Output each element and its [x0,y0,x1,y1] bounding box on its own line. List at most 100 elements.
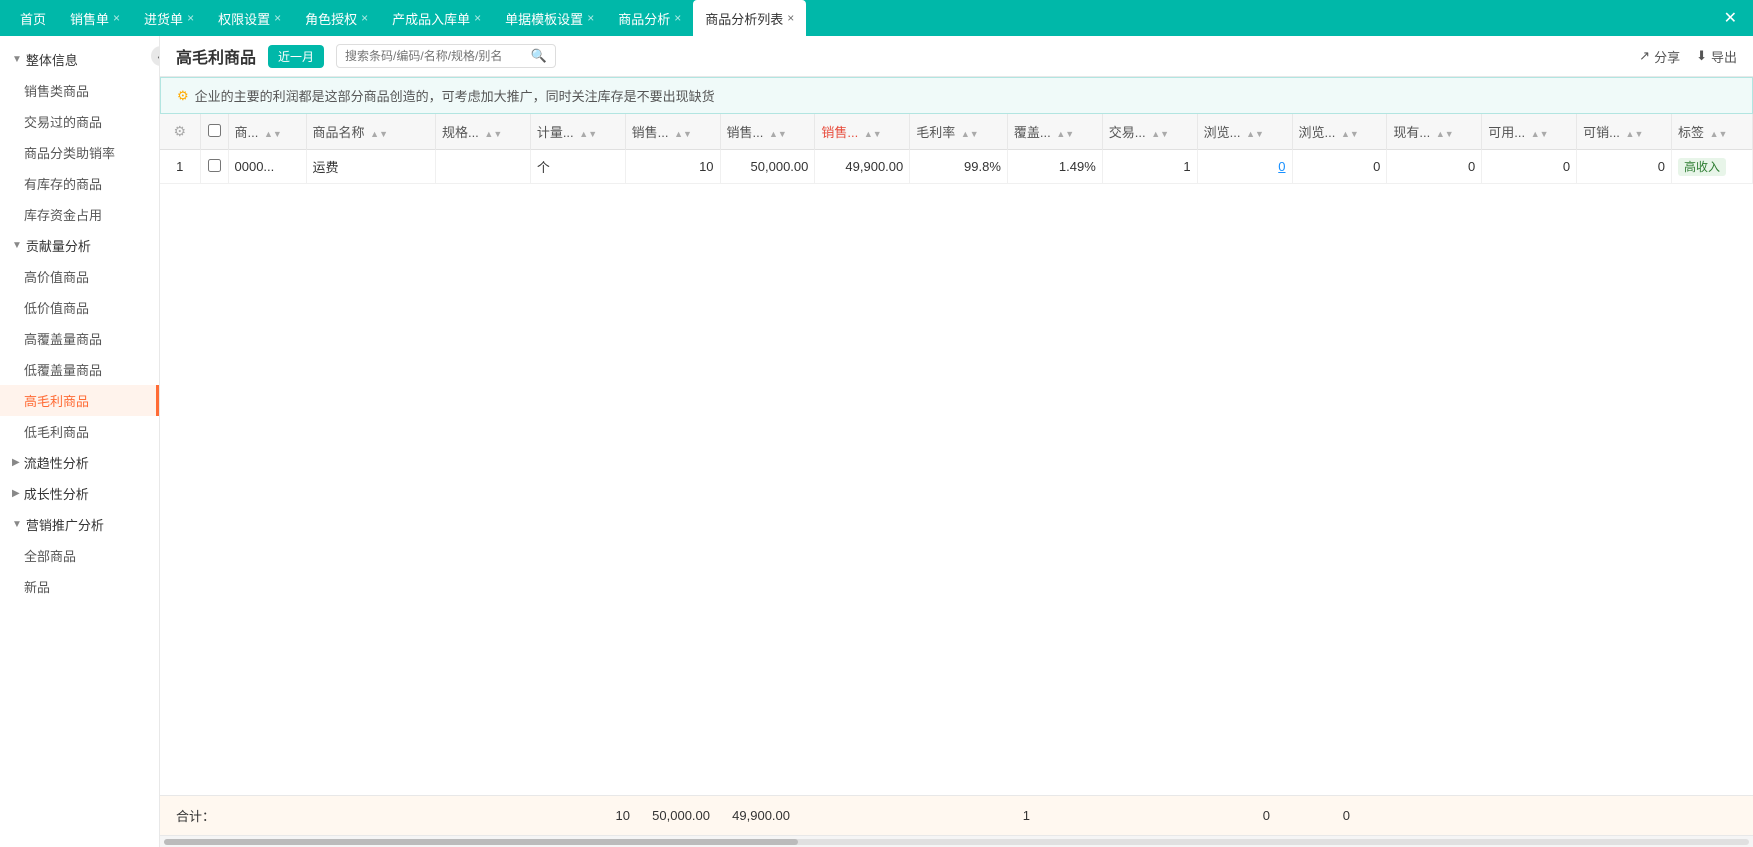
nav-home[interactable]: 首页 [8,0,58,36]
nav-analysis-close[interactable]: × [674,11,681,25]
sort-icon-saleable: ▲▼ [1626,129,1644,139]
sidebar-item-low-value[interactable]: 低价值商品 [0,292,159,323]
table-container: ⚙ 商... ▲▼ 商品名称 ▲▼ [160,114,1753,795]
sidebar-group-marketing[interactable]: ▼ 营销推广分析 [0,509,159,540]
col-unit-label: 计量... [537,125,574,140]
col-code[interactable]: 商... ▲▼ [228,114,306,150]
nav-permission[interactable]: 权限设置 × [206,0,293,36]
col-gross-margin[interactable]: 毛利率 ▲▼ [910,114,1008,150]
col-code-label: 商... [235,125,259,140]
export-icon: ⬇ [1696,48,1707,64]
sidebar-item-traded-goods[interactable]: 交易过的商品 [0,106,159,137]
col-browse2[interactable]: 浏览... ▲▼ [1292,114,1387,150]
sidebar-group-overall[interactable]: ▼ 整体信息 [0,44,159,75]
col-coverage[interactable]: 覆盖... ▲▼ [1007,114,1102,150]
col-gross-margin-label: 毛利率 [916,125,955,140]
nav-analysis-list-close[interactable]: × [787,11,794,25]
sidebar-item-in-stock[interactable]: 有库存的商品 [0,168,159,199]
col-browse1[interactable]: 浏览... ▲▼ [1197,114,1292,150]
nav-permission-close[interactable]: × [274,11,281,25]
notice-text: 企业的主要的利润都是这部分商品创造的，可考虑加大推广，同时关注库存是不要出现缺货 [195,86,715,105]
sort-icon-unit: ▲▼ [579,129,597,139]
browse1-link[interactable]: 0 [1278,159,1285,174]
col-available-label: 可用... [1488,125,1525,140]
col-sales-cost[interactable]: 销售... ▲▼ [815,114,910,150]
sort-icon-sales-qty: ▲▼ [674,129,692,139]
nav-template[interactable]: 单据模板设置 × [493,0,606,36]
share-button[interactable]: ↗ 分享 [1639,47,1680,66]
col-transaction[interactable]: 交易... ▲▼ [1102,114,1197,150]
horizontal-scrollbar[interactable] [160,835,1753,847]
col-available[interactable]: 可用... ▲▼ [1482,114,1577,150]
row-current-stock: 0 [1387,150,1482,184]
sidebar-item-high-coverage[interactable]: 高覆盖量商品 [0,323,159,354]
sidebar-group-growth[interactable]: ▶ 成长性分析 [0,478,159,509]
settings-icon[interactable]: ⚙ [173,123,186,139]
sidebar-item-low-margin[interactable]: 低毛利商品 [0,416,159,447]
col-transaction-label: 交易... [1109,125,1146,140]
nav-close-all[interactable]: ✕ [1716,8,1745,28]
content-header: 高毛利商品 近一月 🔍 ↗ 分享 ⬇ 导出 [160,36,1753,77]
sidebar-item-sales-goods[interactable]: 销售类商品 [0,75,159,106]
sidebar-group-contribution[interactable]: ▼ 贡献量分析 [0,230,159,261]
col-sales-qty[interactable]: 销售... ▲▼ [625,114,720,150]
row-sales-amount: 50,000.00 [720,150,815,184]
sidebar-group-flow[interactable]: ▶ 流趋性分析 [0,447,159,478]
col-unit[interactable]: 计量... ▲▼ [530,114,625,150]
footer-available: 0 [1276,808,1356,823]
notice-bar: ⚙ 企业的主要的利润都是这部分商品创造的，可考虑加大推广，同时关注库存是不要出现… [160,77,1753,114]
col-sales-amount[interactable]: 销售... ▲▼ [720,114,815,150]
col-saleable-label: 可销... [1583,125,1620,140]
row-sales-cost: 49,900.00 [815,150,910,184]
sort-icon-sales-amount: ▲▼ [769,129,787,139]
footer-current-stock: 0 [1196,808,1276,823]
row-code: 0000... [228,150,306,184]
select-all-checkbox[interactable] [208,124,221,137]
footer-transaction: 1 [956,808,1036,823]
sidebar-item-high-value[interactable]: 高价值商品 [0,261,159,292]
row-tag: 高收入 [1671,150,1752,184]
col-current-stock[interactable]: 现有... ▲▼ [1387,114,1482,150]
nav-role[interactable]: 角色授权 × [293,0,380,36]
sidebar-item-new-goods[interactable]: 新品 [0,571,159,602]
col-spec-label: 规格... [442,125,479,140]
sidebar-item-low-coverage[interactable]: 低覆盖量商品 [0,354,159,385]
nav-purchase[interactable]: 进货单 × [132,0,206,36]
nav-sales-close[interactable]: × [113,11,120,25]
nav-sales[interactable]: 销售单 × [58,0,132,36]
col-coverage-label: 覆盖... [1014,125,1051,140]
nav-template-close[interactable]: × [587,11,594,25]
sidebar-item-all-goods[interactable]: 全部商品 [0,540,159,571]
sidebar-item-high-margin[interactable]: 高毛利商品 [0,385,159,416]
notice-icon: ⚙ [177,88,189,104]
row-available: 0 [1482,150,1577,184]
sort-icon-sales-cost: ▲▼ [864,129,882,139]
top-navigation: 首页 销售单 × 进货单 × 权限设置 × 角色授权 × 产成品入库单 × 单据… [0,0,1753,36]
col-current-stock-label: 现有... [1393,125,1430,140]
col-sales-cost-label: 销售... [821,125,858,140]
nav-warehouse[interactable]: 产成品入库单 × [380,0,493,36]
col-tag[interactable]: 标签 ▲▼ [1671,114,1752,150]
search-icon[interactable]: 🔍 [531,48,547,64]
nav-role-close[interactable]: × [361,11,368,25]
sidebar-item-stock-capital[interactable]: 库存资金占用 [0,199,159,230]
search-input[interactable] [345,49,531,63]
sidebar-item-category-rate[interactable]: 商品分类助销率 [0,137,159,168]
marketing-arrow-icon: ▼ [12,519,22,530]
row-transaction: 1 [1102,150,1197,184]
col-name-label: 商品名称 [313,125,365,140]
scrollbar-thumb[interactable] [164,839,798,845]
date-filter-button[interactable]: 近一月 [268,45,324,68]
nav-purchase-close[interactable]: × [187,11,194,25]
nav-analysis[interactable]: 商品分析 × [606,0,693,36]
search-input-wrap: 🔍 [336,44,556,68]
row-select-checkbox[interactable] [208,159,221,172]
row-browse1: 0 [1197,150,1292,184]
nav-analysis-list[interactable]: 商品分析列表 × [693,0,806,36]
col-spec[interactable]: 规格... ▲▼ [435,114,530,150]
nav-warehouse-close[interactable]: × [474,11,481,25]
col-saleable[interactable]: 可销... ▲▼ [1577,114,1672,150]
col-name[interactable]: 商品名称 ▲▼ [306,114,435,150]
export-button[interactable]: ⬇ 导出 [1696,47,1737,66]
flow-arrow-icon: ▶ [12,457,20,468]
